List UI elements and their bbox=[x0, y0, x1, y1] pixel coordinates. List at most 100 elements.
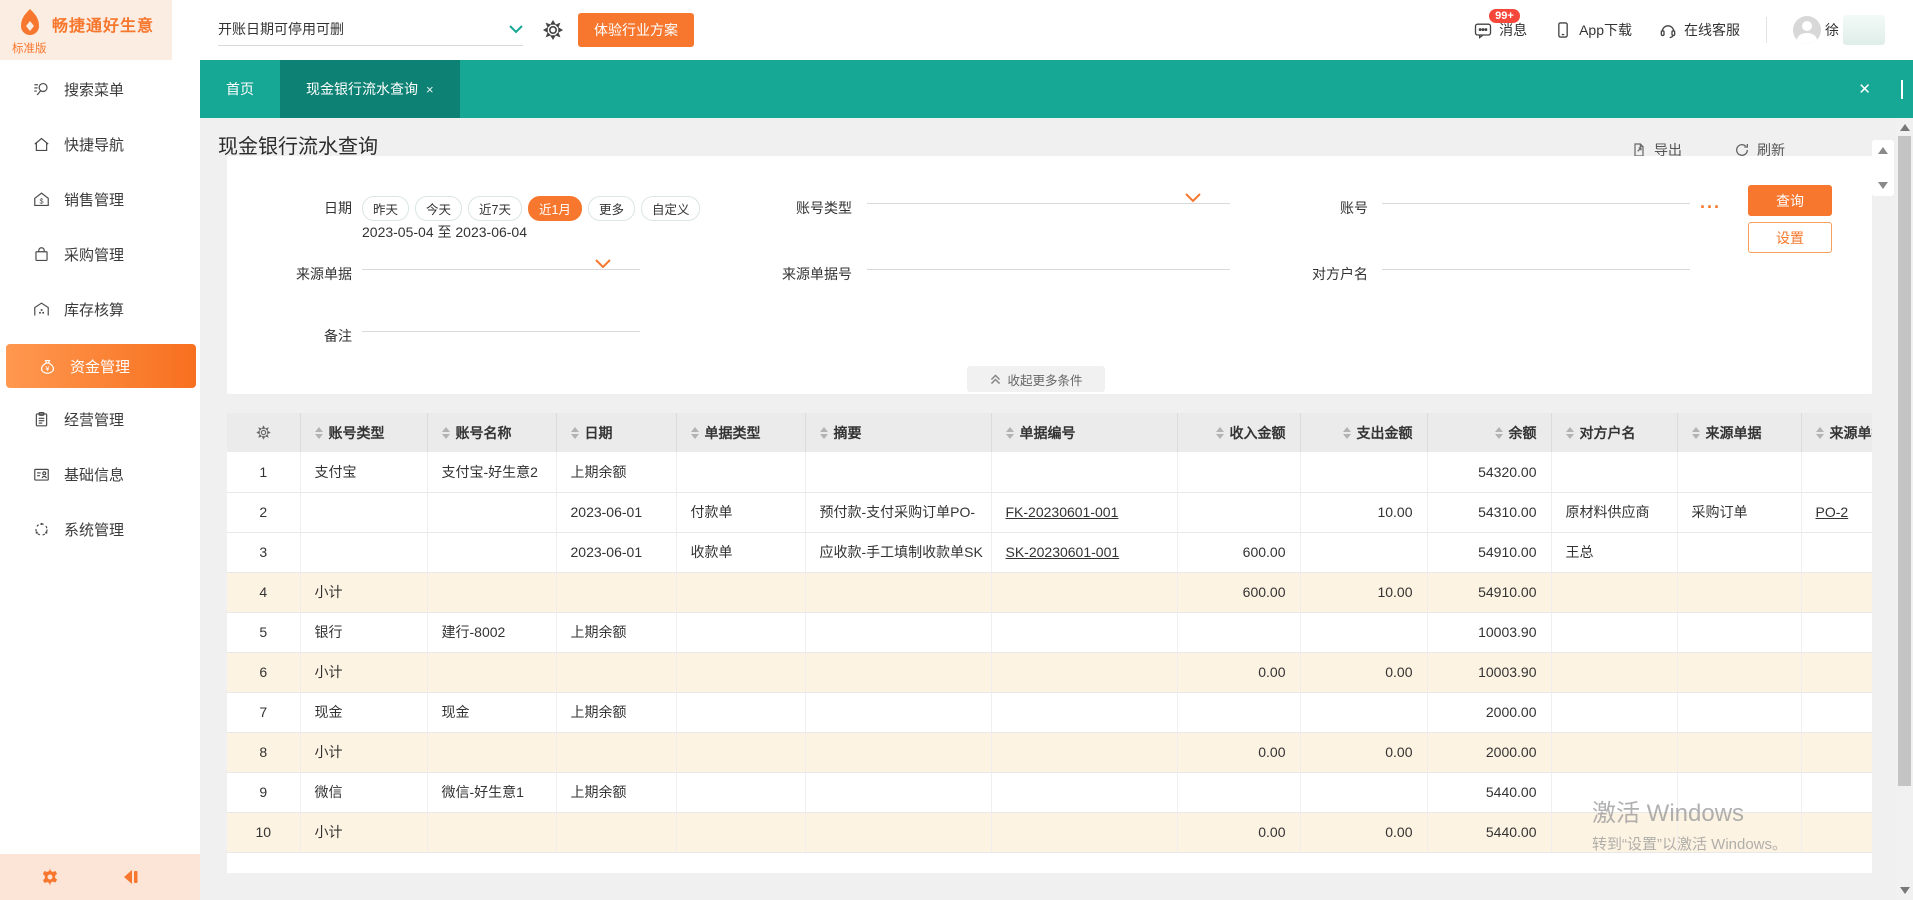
sort-icon[interactable] bbox=[1691, 426, 1700, 439]
spinner-down-icon[interactable] bbox=[1878, 182, 1888, 189]
gear-icon[interactable] bbox=[541, 18, 565, 42]
tab-close-icon[interactable]: × bbox=[426, 82, 434, 97]
table-row[interactable]: 7 现金 现金 上期余额 2000.00 bbox=[227, 692, 1872, 733]
phone-icon bbox=[1558, 22, 1568, 38]
fullscreen-icon[interactable] bbox=[1901, 79, 1903, 99]
table-row[interactable]: 2 2023-06-01 付款单 预付款-支付采购订单PO- FK-20230601-0… bbox=[227, 492, 1872, 533]
sort-icon[interactable] bbox=[1005, 426, 1014, 439]
scrollbar-up-icon[interactable] bbox=[1899, 124, 1910, 131]
table-row[interactable]: 3 2023-06-01 收款单 应收款-手工填制收款单SK SK-20230601-0… bbox=[227, 532, 1872, 573]
collapse-more-conditions[interactable]: 收起更多条件 bbox=[967, 366, 1105, 392]
account-more-button[interactable]: ... bbox=[1700, 192, 1721, 213]
column-header-date[interactable]: 日期 bbox=[556, 413, 677, 452]
table-row-subtotal[interactable]: 8 小计 0.00 0.00 2000.00 bbox=[227, 732, 1872, 773]
close-icon[interactable]: ✕ bbox=[1858, 80, 1871, 98]
cell-doc_type bbox=[676, 732, 806, 773]
cell-summary bbox=[805, 692, 992, 733]
cell-counterparty bbox=[1551, 812, 1678, 853]
sidebar-item-5[interactable]: 库存核算 bbox=[0, 289, 200, 329]
query-button[interactable]: 查询 bbox=[1748, 185, 1832, 216]
doc-link[interactable]: FK-20230601-001 bbox=[1006, 504, 1119, 520]
scrollbar-down-icon[interactable] bbox=[1899, 887, 1910, 894]
sidebar-item-1[interactable]: 搜索菜单 bbox=[0, 69, 200, 109]
date-pill[interactable]: 近7天 bbox=[468, 196, 522, 221]
window-scrollbar[interactable] bbox=[1896, 118, 1913, 900]
column-header-expense[interactable]: 支出金额 bbox=[1300, 413, 1428, 452]
table-row-subtotal[interactable]: 10 小计 0.00 0.00 5440.00 bbox=[227, 812, 1872, 853]
table-row-subtotal[interactable]: 6 小计 0.00 0.00 10003.90 bbox=[227, 652, 1872, 693]
sidebar-item-8[interactable]: 基础信息 bbox=[0, 454, 200, 494]
table-row[interactable]: 1 支付宝 支付宝-好生意2 上期余额 54320.00 bbox=[227, 452, 1872, 493]
date-pill[interactable]: 近1月 bbox=[527, 196, 582, 221]
sidebar-item-2[interactable]: 快捷导航 bbox=[0, 124, 200, 164]
column-header-doc_type[interactable]: 单据类型 bbox=[676, 413, 806, 452]
table-row[interactable]: 9 微信 微信-好生意1 上期余额 5440.00 bbox=[227, 772, 1872, 813]
spinner-up-icon[interactable] bbox=[1878, 147, 1888, 154]
column-header-doc_no[interactable]: 单据编号 bbox=[991, 413, 1178, 452]
settings-button[interactable]: 设置 bbox=[1748, 222, 1832, 253]
column-header-source_doc[interactable]: 来源单据 bbox=[1677, 413, 1802, 452]
settings-gear-icon[interactable] bbox=[40, 867, 60, 887]
messages-item[interactable]: 消息 99+ bbox=[1473, 9, 1528, 40]
sort-icon[interactable] bbox=[1494, 426, 1503, 439]
messages-label: 消息 bbox=[1499, 22, 1528, 38]
sort-icon[interactable] bbox=[1565, 426, 1574, 439]
tab-home[interactable]: 首页 bbox=[200, 60, 280, 118]
doc-link[interactable]: PO-2 bbox=[1816, 504, 1849, 520]
sort-icon[interactable] bbox=[690, 426, 699, 439]
sort-icon[interactable] bbox=[1815, 426, 1824, 439]
tab-cash-bank-flow[interactable]: 现金银行流水查询 × bbox=[280, 60, 460, 118]
date-pill[interactable]: 昨天 bbox=[362, 196, 410, 221]
cell-gear: 8 bbox=[227, 732, 301, 773]
filter-panel: 日期 昨天 今天 近7天 近1月 更多 自定义 2023-05-04 至 2023-06-… bbox=[227, 156, 1872, 394]
table-row[interactable]: 5 银行 建行-8002 上期余额 10003.90 bbox=[227, 612, 1872, 653]
cell-expense: 10.00 bbox=[1300, 572, 1428, 613]
sort-icon[interactable] bbox=[819, 426, 828, 439]
gear-icon[interactable] bbox=[255, 424, 272, 441]
online-service-item[interactable]: 在线客服 bbox=[1658, 20, 1740, 40]
counterparty-input[interactable] bbox=[1382, 244, 1690, 270]
sidebar-item-4[interactable]: 采购管理 bbox=[0, 234, 200, 274]
app-download-item[interactable]: App下载 bbox=[1553, 20, 1632, 40]
scrollbar-thumb[interactable] bbox=[1898, 136, 1911, 786]
column-header-account_type[interactable]: 账号类型 bbox=[300, 413, 428, 452]
account-input[interactable] bbox=[1382, 178, 1690, 204]
cell-doc_no bbox=[991, 612, 1178, 653]
account-set-select[interactable]: 开账日期可停用可删 bbox=[218, 12, 523, 46]
collapse-sidebar-icon[interactable] bbox=[120, 868, 142, 886]
cell-expense bbox=[1300, 692, 1428, 733]
user-menu[interactable]: 徐 bbox=[1793, 15, 1885, 45]
column-header-source_doc_no[interactable]: 来源单据号 bbox=[1801, 413, 1872, 452]
sidebar-item-3[interactable]: $ 销售管理 bbox=[0, 179, 200, 219]
column-header-income[interactable]: 收入金额 bbox=[1177, 413, 1301, 452]
sort-icon[interactable] bbox=[1215, 426, 1224, 439]
sidebar-item-label: 经营管理 bbox=[64, 411, 125, 429]
column-header-balance[interactable]: 余额 bbox=[1427, 413, 1552, 452]
sidebar-item-9[interactable]: 系统管理 bbox=[0, 509, 200, 549]
sort-icon[interactable] bbox=[314, 426, 323, 439]
column-header-account_name[interactable]: 账号名称 bbox=[427, 413, 557, 452]
date-pill[interactable]: 自定义 bbox=[640, 196, 701, 221]
trial-plan-button[interactable]: 体验行业方案 bbox=[578, 13, 694, 47]
remark-input[interactable] bbox=[362, 306, 640, 332]
column-header-counterparty[interactable]: 对方户名 bbox=[1551, 413, 1678, 452]
cell-expense bbox=[1300, 612, 1428, 653]
sort-icon[interactable] bbox=[1342, 426, 1351, 439]
source-doc-no-input[interactable] bbox=[867, 244, 1230, 270]
date-pill[interactable]: 今天 bbox=[415, 196, 463, 221]
date-pill[interactable]: 更多 bbox=[587, 196, 635, 221]
scroll-spinner[interactable] bbox=[1872, 140, 1894, 196]
account-type-select[interactable] bbox=[867, 178, 1230, 204]
user-name: 徐 bbox=[1825, 22, 1839, 38]
table-header-row: 账号类型 账号名称 日期 单据类型 摘要 单据编号 收入金额 支出金额 余额 对方户名 来源单据 来源… bbox=[227, 413, 1872, 452]
cell-date bbox=[556, 572, 677, 613]
sort-icon[interactable] bbox=[570, 426, 579, 439]
doc-link[interactable]: SK-20230601-001 bbox=[1006, 544, 1120, 560]
sort-icon[interactable] bbox=[441, 426, 450, 439]
sidebar-item-7[interactable]: 经营管理 bbox=[0, 399, 200, 439]
sidebar-item-6[interactable]: ¥ 资金管理 bbox=[6, 344, 196, 388]
system-icon bbox=[35, 522, 48, 536]
column-header-gear[interactable] bbox=[227, 413, 301, 452]
table-row-subtotal[interactable]: 4 小计 600.00 10.00 54910.00 bbox=[227, 572, 1872, 613]
column-header-summary[interactable]: 摘要 bbox=[805, 413, 992, 452]
